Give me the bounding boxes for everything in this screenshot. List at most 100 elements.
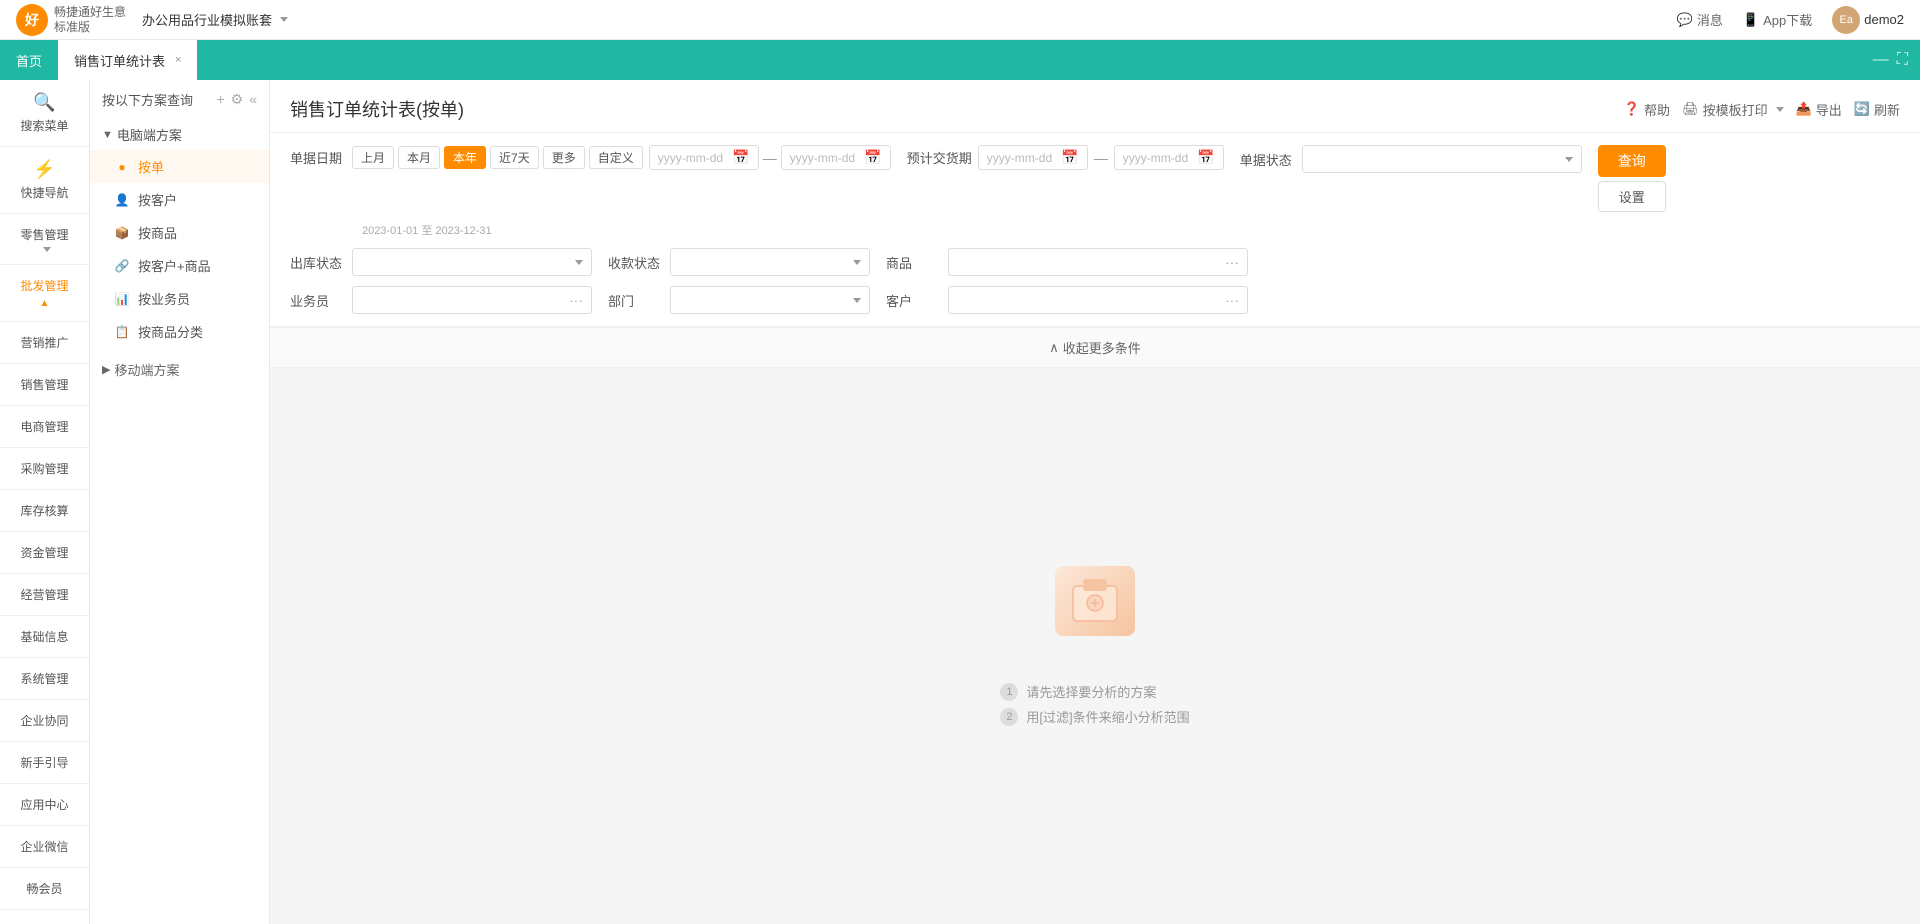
left-panel-header-actions: + ⚙ « [216,91,257,108]
expected-delivery-label: 预计交货期 [907,148,972,167]
tab-close-icon[interactable]: × [175,54,181,66]
tab-home[interactable]: 首页 [0,40,58,80]
settings-scheme-button[interactable]: ⚙ [231,91,244,108]
export-button[interactable]: 📤 导出 [1796,100,1842,119]
date-range-display: 2023-01-01 至 2023-12-31 [362,222,492,238]
scheme-item-by-customer-goods[interactable]: 🔗 按客户+商品 [90,249,269,282]
scheme-group-pc-header[interactable]: ▼ 电脑端方案 [90,119,269,150]
left-panel: 按以下方案查询 + ⚙ « ▼ 电脑端方案 ● 按单 👤 按客户 📦 按 [90,80,270,924]
scheme-item-by-customer[interactable]: 👤 按客户 [90,183,269,216]
delivery-status-filter: 出库状态 [290,248,592,276]
doc-status-label: 单据状态 [1240,150,1296,169]
department-select[interactable] [670,286,870,314]
expected-delivery-end-input[interactable]: yyyy-mm-dd 📅 [1114,145,1224,170]
scheme-group-pc: ▼ 电脑端方案 ● 按单 👤 按客户 📦 按商品 🔗 按客户+商品 📊 按业 [90,115,269,352]
help-button[interactable]: ❓ 帮助 [1624,100,1670,119]
sidebar-item-system[interactable]: 系统管理 [0,658,89,700]
scheme-item-by-category[interactable]: 📋 按商品分类 [90,315,269,348]
sidebar-item-finance[interactable]: 资金管理 [0,532,89,574]
empty-box-icon [1055,566,1135,636]
settings-button[interactable]: 设置 [1598,181,1666,212]
export-icon: 📤 [1796,101,1812,117]
payment-status-label: 收款状态 [608,253,664,272]
sidebar-item-operations[interactable]: 经营管理 [0,574,89,616]
doc-status-chevron-icon [1565,157,1573,162]
filter-row-2: 出库状态 收款状态 商品 [290,248,1900,276]
payment-status-select[interactable] [670,248,870,276]
this-year-button[interactable]: 本年 [444,146,486,169]
scheme-item-by-order[interactable]: ● 按单 [90,150,269,183]
expand-icon: ▲ [40,298,50,309]
sidebar-item-app-center[interactable]: 应用中心 [0,784,89,826]
sidebar-item-enterprise[interactable]: 企业协同 [0,700,89,742]
calendar-end-icon: 📅 [864,149,881,166]
tip-num-2: 2 [1000,708,1018,726]
delivery-status-chevron-icon [575,260,583,265]
expected-delivery-start-input[interactable]: yyyy-mm-dd 📅 [978,145,1088,170]
customer-filter: 客户 ··· [886,286,1248,314]
scheme-group-mobile-header[interactable]: ▶ 移动端方案 [90,354,269,385]
sidebar-item-sales[interactable]: 销售管理 [0,364,89,406]
delivery-status-select[interactable] [352,248,592,276]
collapse-icon: ∧ [1049,340,1059,356]
calendar-delivery-end-icon: 📅 [1197,149,1214,166]
sidebar: 🔍 搜索菜单 ⚡ 快捷导航 零售管理 批发管理 ▲ 营销推广 销售管理 电商管理… [0,80,90,924]
user-area[interactable]: Ea demo2 [1832,6,1904,34]
last-month-button[interactable]: 上月 [352,146,394,169]
date-range-display-row: 2023-01-01 至 2023-12-31 [290,222,1900,238]
last-7-days-button[interactable]: 近7天 [490,146,539,169]
collapse-button[interactable]: ∧ 收起更多条件 [1037,334,1153,361]
tab-minimize-button[interactable]: — [1873,51,1889,69]
empty-state: 1 请先选择要分析的方案 2 用[过滤]条件来缩小分析范围 [270,368,1920,924]
date-end-input[interactable]: yyyy-mm-dd 📅 [781,145,891,170]
left-panel-header: 按以下方案查询 + ⚙ « [90,80,269,115]
payment-status-chevron-icon [853,260,861,265]
sidebar-item-basic[interactable]: 基础信息 [0,616,89,658]
add-scheme-button[interactable]: + [216,91,224,108]
sidebar-item-purchase[interactable]: 采购管理 [0,448,89,490]
collapse-panel-button[interactable]: « [249,91,257,108]
sidebar-item-search[interactable]: 🔍 搜索菜单 [0,80,89,147]
by-customer-goods-icon: 🔗 [114,258,130,274]
this-month-button[interactable]: 本月 [398,146,440,169]
payment-status-filter: 收款状态 [608,248,870,276]
print-button[interactable]: 🖨 按模板打印 [1682,100,1784,119]
department-filter: 部门 [608,286,870,314]
avatar: Ea [1832,6,1860,34]
sidebar-item-wholesale[interactable]: 批发管理 ▲ [0,265,89,322]
app-download-button[interactable]: 📱 App下载 [1743,10,1812,29]
customer-ellipsis-icon[interactable]: ··· [1225,292,1239,308]
by-category-icon: 📋 [114,324,130,340]
salesperson-ellipsis-icon[interactable]: ··· [569,292,583,308]
industry-selector[interactable]: 办公用品行业模拟账套 [134,6,296,33]
tab-active[interactable]: 销售订单统计表 × [58,40,197,80]
sidebar-item-guide[interactable]: 新手引导 [0,742,89,784]
message-button[interactable]: 💬 消息 [1677,10,1723,29]
top-bar-right: 💬 消息 📱 App下载 Ea demo2 [1677,6,1904,34]
sidebar-item-vip[interactable]: 畅会员 [0,868,89,910]
sidebar-item-retail[interactable]: 零售管理 [0,214,89,265]
custom-button[interactable]: 自定义 [589,146,643,169]
goods-input[interactable]: ··· [948,248,1248,276]
sidebar-item-inventory[interactable]: 库存核算 [0,490,89,532]
doc-status-select[interactable] [1302,145,1582,173]
date-start-input[interactable]: yyyy-mm-dd 📅 [649,145,759,170]
sidebar-item-quick-nav[interactable]: ⚡ 快捷导航 [0,147,89,214]
scheme-item-by-goods[interactable]: 📦 按商品 [90,216,269,249]
customer-input[interactable]: ··· [948,286,1248,314]
empty-illustration [1035,566,1155,666]
help-icon: ❓ [1624,101,1640,117]
more-button[interactable]: 更多 [543,146,585,169]
chevron-down-icon [280,17,288,22]
sidebar-item-weixin[interactable]: 企业微信 [0,826,89,868]
sidebar-item-marketing[interactable]: 营销推广 [0,322,89,364]
goods-ellipsis-icon[interactable]: ··· [1225,254,1239,270]
scheme-item-by-salesperson[interactable]: 📊 按业务员 [90,282,269,315]
tab-bar: 首页 销售订单统计表 × — ⛶ [0,40,1920,80]
salesperson-input[interactable]: ··· [352,286,592,314]
refresh-button[interactable]: 🔄 刷新 [1854,100,1900,119]
search-button[interactable]: 查询 [1598,145,1666,177]
top-bar-left: 好 畅捷通好生意 标准版 办公用品行业模拟账套 [16,4,296,36]
tab-maximize-button[interactable]: ⛶ [1897,51,1908,69]
sidebar-item-ecommerce[interactable]: 电商管理 [0,406,89,448]
